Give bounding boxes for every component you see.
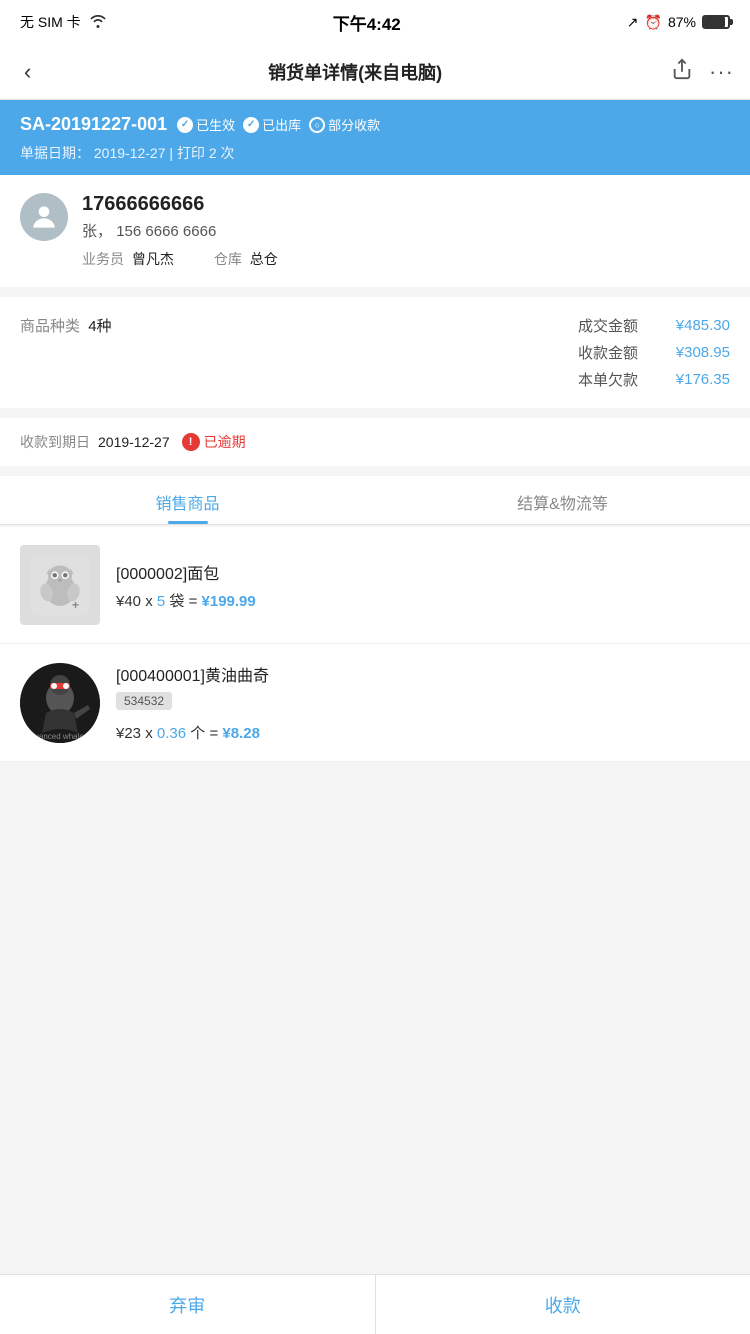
product-info-2: [000400001]黄油曲奇 534532 ¥23 x 0.36 个 = ¥8… — [116, 662, 730, 743]
customer-card: 17666666666 张， 156 6666 6666 业务员 曾凡杰 仓库 … — [0, 175, 750, 287]
svg-text:advanced whale: advanced whale — [26, 732, 84, 741]
avatar — [20, 193, 68, 241]
customer-id: 17666666666 — [82, 193, 730, 216]
product-price-row-1: ¥40 x 5 袋 = ¥199.99 — [116, 590, 730, 611]
product-info-1: [0000002]面包 ¥40 x 5 袋 = ¥199.99 — [116, 560, 730, 611]
share-icon[interactable] — [671, 58, 693, 86]
alarm-icon: ⏰ — [645, 14, 662, 31]
order-id: SA-20191227-001 — [20, 114, 167, 135]
nav-bar: ‹ 销货单详情(来自电脑) ··· — [0, 44, 750, 100]
status-left: 无 SIM 卡 — [20, 12, 107, 32]
due-section: 收款到期日 2019-12-27 ! 已逾期 — [0, 418, 750, 466]
battery-icon — [702, 15, 730, 29]
svg-text:+: + — [72, 598, 79, 612]
overdue-text: 已逾期 — [204, 432, 246, 452]
owed-row: 本单欠款 ¥176.35 — [578, 369, 730, 390]
status-badges: ✓ 已生效 ✓ 已出库 ○ 部分收款 — [177, 115, 380, 134]
order-date: 2019-12-27 — [94, 145, 166, 161]
received-row: 收款金额 ¥308.95 — [578, 342, 730, 363]
print-separator: | — [169, 145, 177, 161]
product-types: 商品种类 4种 — [20, 315, 112, 390]
page-title: 销货单详情(来自电脑) — [268, 59, 442, 85]
product-sku-2: 534532 — [116, 692, 172, 710]
deal-amount-row: 成交金额 ¥485.30 — [578, 315, 730, 336]
abandon-review-button[interactable]: 弃审 — [0, 1275, 376, 1334]
list-item: advanced whale [000400001]黄油曲奇 534532 ¥2… — [0, 644, 750, 762]
location-icon: ↗ — [627, 14, 639, 31]
check-icon-1: ✓ — [177, 117, 193, 133]
warehouse-meta: 仓库 总仓 — [214, 249, 278, 269]
status-badge-partial: ○ 部分收款 — [309, 115, 380, 134]
customer-info: 17666666666 张， 156 6666 6666 业务员 曾凡杰 仓库 … — [82, 193, 730, 269]
customer-phone: 张， 156 6666 6666 — [82, 220, 730, 241]
product-thumb-1: + — [20, 545, 100, 625]
tab-settlement[interactable]: 结算&物流等 — [375, 476, 750, 524]
nav-actions: ··· — [671, 58, 734, 86]
battery-percent: 87% — [668, 14, 696, 30]
status-badge-active: ✓ 已生效 — [177, 115, 235, 134]
product-name-2: [000400001]黄油曲奇 — [116, 662, 730, 686]
order-date-row: 单据日期： 2019-12-27 | 打印 2 次 — [20, 143, 730, 163]
tab-sales-products[interactable]: 销售商品 — [0, 476, 375, 524]
sales-meta: 业务员 曾凡杰 — [82, 249, 174, 269]
bottom-action-bar: 弃审 收款 — [0, 1274, 750, 1334]
tabs-container: 销售商品 结算&物流等 — [0, 476, 750, 762]
product-price-row-2: ¥23 x 0.36 个 = ¥8.28 — [116, 722, 730, 743]
print-label: 打印 — [177, 145, 205, 161]
overdue-icon: ! — [182, 433, 200, 451]
tabs: 销售商品 结算&物流等 — [0, 476, 750, 525]
overdue-badge: ! 已逾期 — [182, 432, 246, 452]
status-right: ↗ ⏰ 87% — [627, 14, 730, 31]
status-badge-shipped: ✓ 已出库 — [243, 115, 301, 134]
more-icon[interactable]: ··· — [709, 59, 734, 85]
status-bar: 无 SIM 卡 下午4:42 ↗ ⏰ 87% — [0, 0, 750, 44]
status-time: 下午4:42 — [333, 10, 401, 35]
order-header: SA-20191227-001 ✓ 已生效 ✓ 已出库 ○ 部分收款 单据日期：… — [0, 100, 750, 175]
check-icon-2: ✓ — [243, 117, 259, 133]
amount-stats: 成交金额 ¥485.30 收款金额 ¥308.95 本单欠款 ¥176.35 — [578, 315, 730, 390]
product-thumb-2: advanced whale — [20, 663, 100, 743]
collect-payment-button[interactable]: 收款 — [376, 1275, 750, 1334]
product-list: + [0000002]面包 ¥40 x 5 袋 = ¥199.99 — [0, 527, 750, 762]
list-item: + [0000002]面包 ¥40 x 5 袋 = ¥199.99 — [0, 527, 750, 644]
product-sku-wrapper: 534532 — [116, 692, 730, 716]
stats-section: 商品种类 4种 成交金额 ¥485.30 收款金额 ¥308.95 本单欠款 ¥… — [0, 297, 750, 408]
wifi-icon — [89, 14, 107, 31]
customer-meta: 业务员 曾凡杰 仓库 总仓 — [82, 249, 730, 269]
order-date-label: 单据日期： — [20, 145, 90, 161]
clock-icon: ○ — [309, 117, 325, 133]
carrier-text: 无 SIM 卡 — [20, 12, 81, 32]
back-button[interactable]: ‹ — [16, 51, 39, 93]
product-name-1: [0000002]面包 — [116, 560, 730, 584]
